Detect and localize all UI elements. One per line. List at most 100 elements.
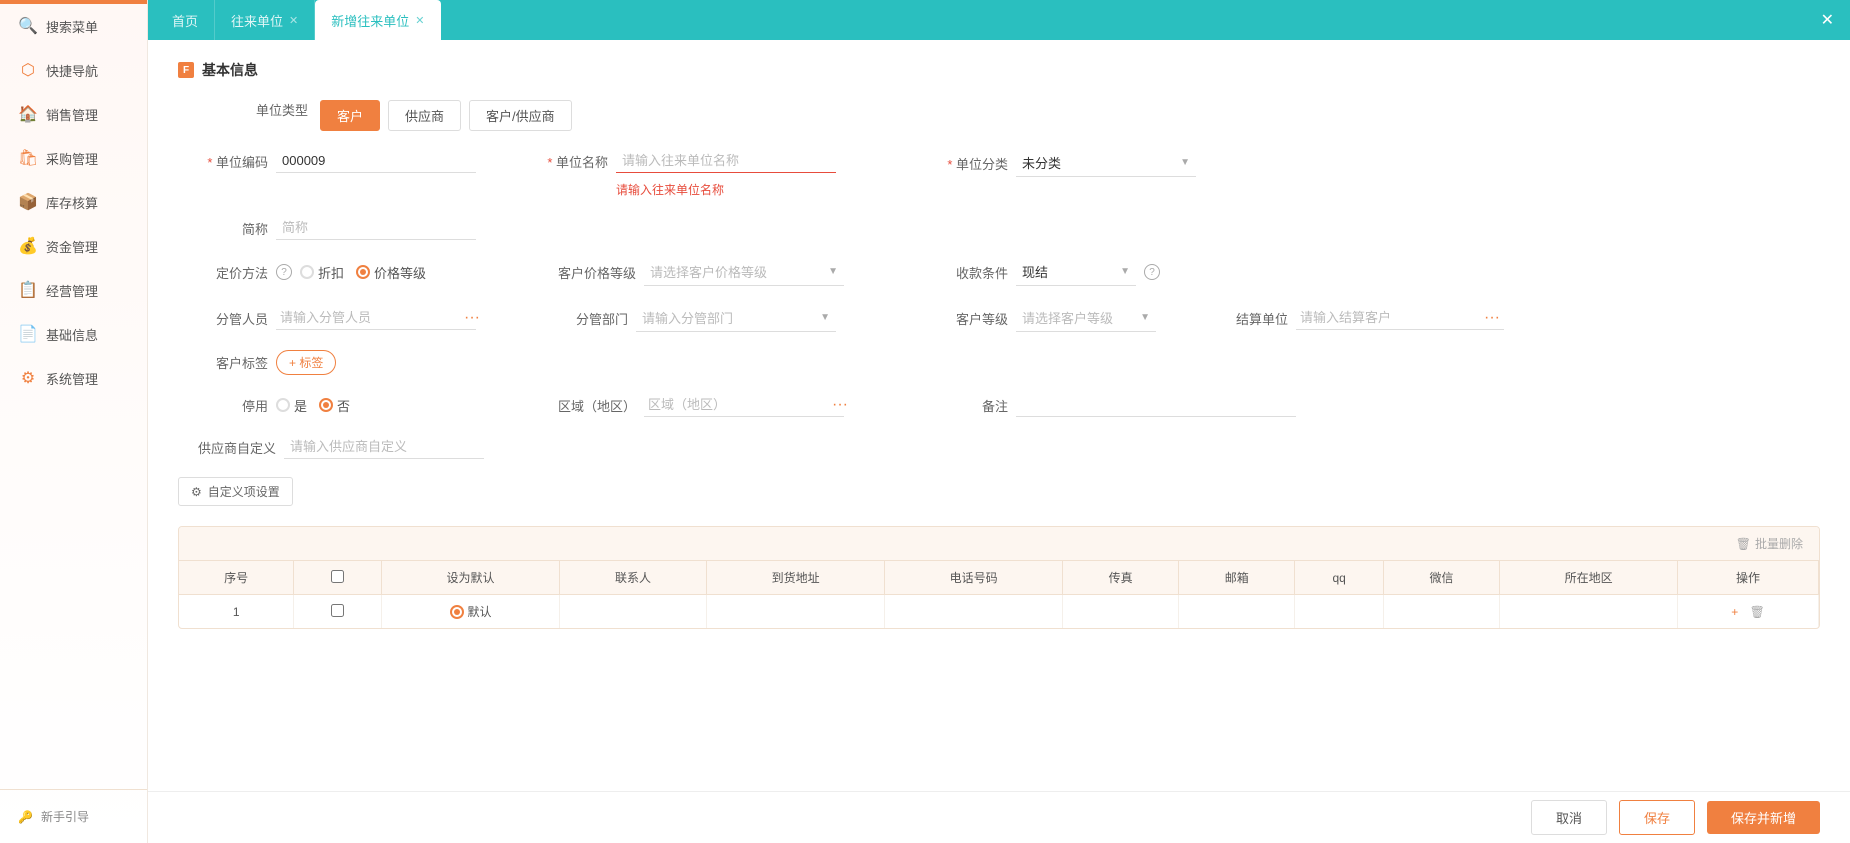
tab-new-partner-label: 新增往来单位 [331,11,409,30]
add-row-icon[interactable]: + [1731,605,1738,619]
settlement-more-btn[interactable]: ··· [1480,309,1504,327]
disable-area-row: 停用 是 否 区域（地区） ··· [198,393,1820,417]
payment-help-icon[interactable]: ? [1144,264,1160,280]
col-seq: 序号 [179,561,294,595]
unit-type-both-btn[interactable]: 客户/供应商 [469,100,572,131]
code-input[interactable] [276,149,476,173]
supplier-custom-group: 供应商自定义 [198,435,1820,459]
pricing-help-icon[interactable]: ? [276,264,292,280]
sidebar-item-finance[interactable]: 💰 资金管理 [0,224,147,268]
tab-partners-close-icon[interactable]: ✕ [289,14,298,27]
delete-row-icon[interactable]: 🗑 [1750,605,1765,619]
cell-fax[interactable] [1063,595,1179,629]
col-region: 所在地区 [1500,561,1678,595]
settlement-input-wrapper: ··· [1296,306,1504,330]
sidebar-item-operations[interactable]: 📋 经营管理 [0,268,147,312]
disable-group: 停用 是 否 [198,396,558,415]
save-new-button[interactable]: 保存并新增 [1707,801,1820,834]
sidebar-item-system[interactable]: ⚙ 系统管理 [0,356,147,400]
cell-checkbox[interactable] [294,595,382,629]
disable-radio-yes[interactable]: 是 [276,396,307,415]
cell-wechat[interactable] [1383,595,1499,629]
tab-partners[interactable]: 往来单位 ✕ [215,0,315,40]
payment-select[interactable]: 现结 ▼ [1016,258,1136,286]
unit-type-supplier-btn[interactable]: 供应商 [388,100,461,131]
tag-add-button[interactable]: + 标签 [276,350,336,375]
unit-type-customer-btn[interactable]: 客户 [320,100,380,131]
pricing-label: 定价方法 [198,263,268,282]
dept-select[interactable]: 请输入分管部门 ▼ [636,304,836,332]
tab-new-partner-close-icon[interactable]: ✕ [415,14,424,27]
supplier-custom-input[interactable] [284,435,484,459]
settlement-input[interactable] [1296,306,1480,329]
customer-level-label: 客户等级 [938,309,1008,328]
unit-type-row: 单位类型 客户 供应商 客户/供应商 [238,100,1820,131]
row-default-radio[interactable]: 默认 [392,603,549,620]
col-address: 到货地址 [707,561,885,595]
cancel-button[interactable]: 取消 [1531,800,1607,835]
cell-phone[interactable] [885,595,1063,629]
select-all-checkbox[interactable] [331,570,344,583]
remark-input[interactable] [1016,393,1296,417]
cell-email[interactable] [1179,595,1295,629]
name-input[interactable] [616,149,836,173]
sidebar-item-inventory[interactable]: 📦 库存核算 [0,180,147,224]
tab-partners-label: 往来单位 [231,11,283,30]
name-error-msg: 请输入往来单位名称 [616,183,724,197]
settlement-label: 结算单位 [1218,309,1288,328]
category-select[interactable]: 未分类 ▼ [1016,149,1196,177]
batch-delete-label: 批量删除 [1755,535,1803,552]
content-area: F 基本信息 单位类型 客户 供应商 客户/供应商 单位编码 单位名称 [148,40,1850,791]
disable-yes-label: 是 [294,396,307,415]
gear-icon: ⚙ [191,485,202,499]
section-header: F 基本信息 [178,60,1820,80]
batch-delete-button[interactable]: 🗑 批量删除 [1736,535,1803,552]
sidebar-item-sales[interactable]: 🏠 销售管理 [0,92,147,136]
cell-action[interactable]: + 🗑 [1678,595,1819,629]
tabbar-close-icon[interactable]: ✕ [1813,10,1842,30]
contact-table: 序号 设为默认 联系人 到货地址 电话号码 传真 邮箱 qq 微信 所在地区 操… [179,561,1819,628]
save-button[interactable]: 保存 [1619,800,1695,835]
payment-group: 收款条件 现结 ▼ ? [938,258,1218,286]
col-phone: 电话号码 [885,561,1063,595]
sidebar-item-basic-info[interactable]: 📄 基础信息 [0,312,147,356]
cell-address[interactable] [707,595,885,629]
pricing-radio-discount[interactable]: 折扣 [300,263,344,282]
tab-new-partner[interactable]: 新增往来单位 ✕ [315,0,441,40]
nav-icon: ⬡ [18,60,38,80]
customer-level-select[interactable]: 请选择客户等级 ▼ [1016,304,1156,332]
manager-group: 分管人员 ··· [198,306,558,330]
remark-group: 备注 [938,393,1820,417]
dept-placeholder: 请输入分管部门 [642,308,816,327]
cell-region[interactable] [1500,595,1678,629]
cell-contact[interactable] [560,595,707,629]
radio-disable-yes-circle [276,398,290,412]
sidebar-item-label: 基础信息 [46,325,98,344]
area-group: 区域（地区） ··· [558,393,938,417]
row-default-circle [450,605,464,619]
pricing-group: 定价方法 ? 折扣 价格等级 [198,263,558,282]
pricing-radio-price-level[interactable]: 价格等级 [356,263,426,282]
manager-more-btn[interactable]: ··· [460,309,484,327]
chevron-down-icon4: ▼ [820,312,830,323]
pricing-radio-group: 折扣 价格等级 [300,263,426,282]
category-value: 未分类 [1022,153,1176,172]
sidebar-item-guide[interactable]: 🔑 新手引导 [0,798,147,835]
custom-settings-button[interactable]: ⚙ 自定义项设置 [178,477,293,506]
payment-label: 收款条件 [938,263,1008,282]
area-more-btn[interactable]: ··· [828,396,852,414]
sidebar-item-search[interactable]: 🔍 搜索菜单 [0,4,147,48]
custom-settings-label: 自定义项设置 [208,483,280,500]
customer-price-select[interactable]: 请选择客户价格等级 ▼ [644,258,844,286]
cell-qq[interactable] [1295,595,1384,629]
col-action: 操作 [1678,561,1819,595]
disable-radio-no[interactable]: 否 [319,396,350,415]
abbr-input[interactable] [276,216,476,240]
tab-home[interactable]: 首页 [156,0,215,40]
sidebar-item-purchase[interactable]: 🛍 采购管理 [0,136,147,180]
tag-add-label: + 标签 [289,354,323,371]
manager-input[interactable] [276,306,460,329]
row-checkbox[interactable] [331,604,344,617]
sidebar-item-quick-nav[interactable]: ⬡ 快捷导航 [0,48,147,92]
area-input[interactable] [644,393,828,416]
